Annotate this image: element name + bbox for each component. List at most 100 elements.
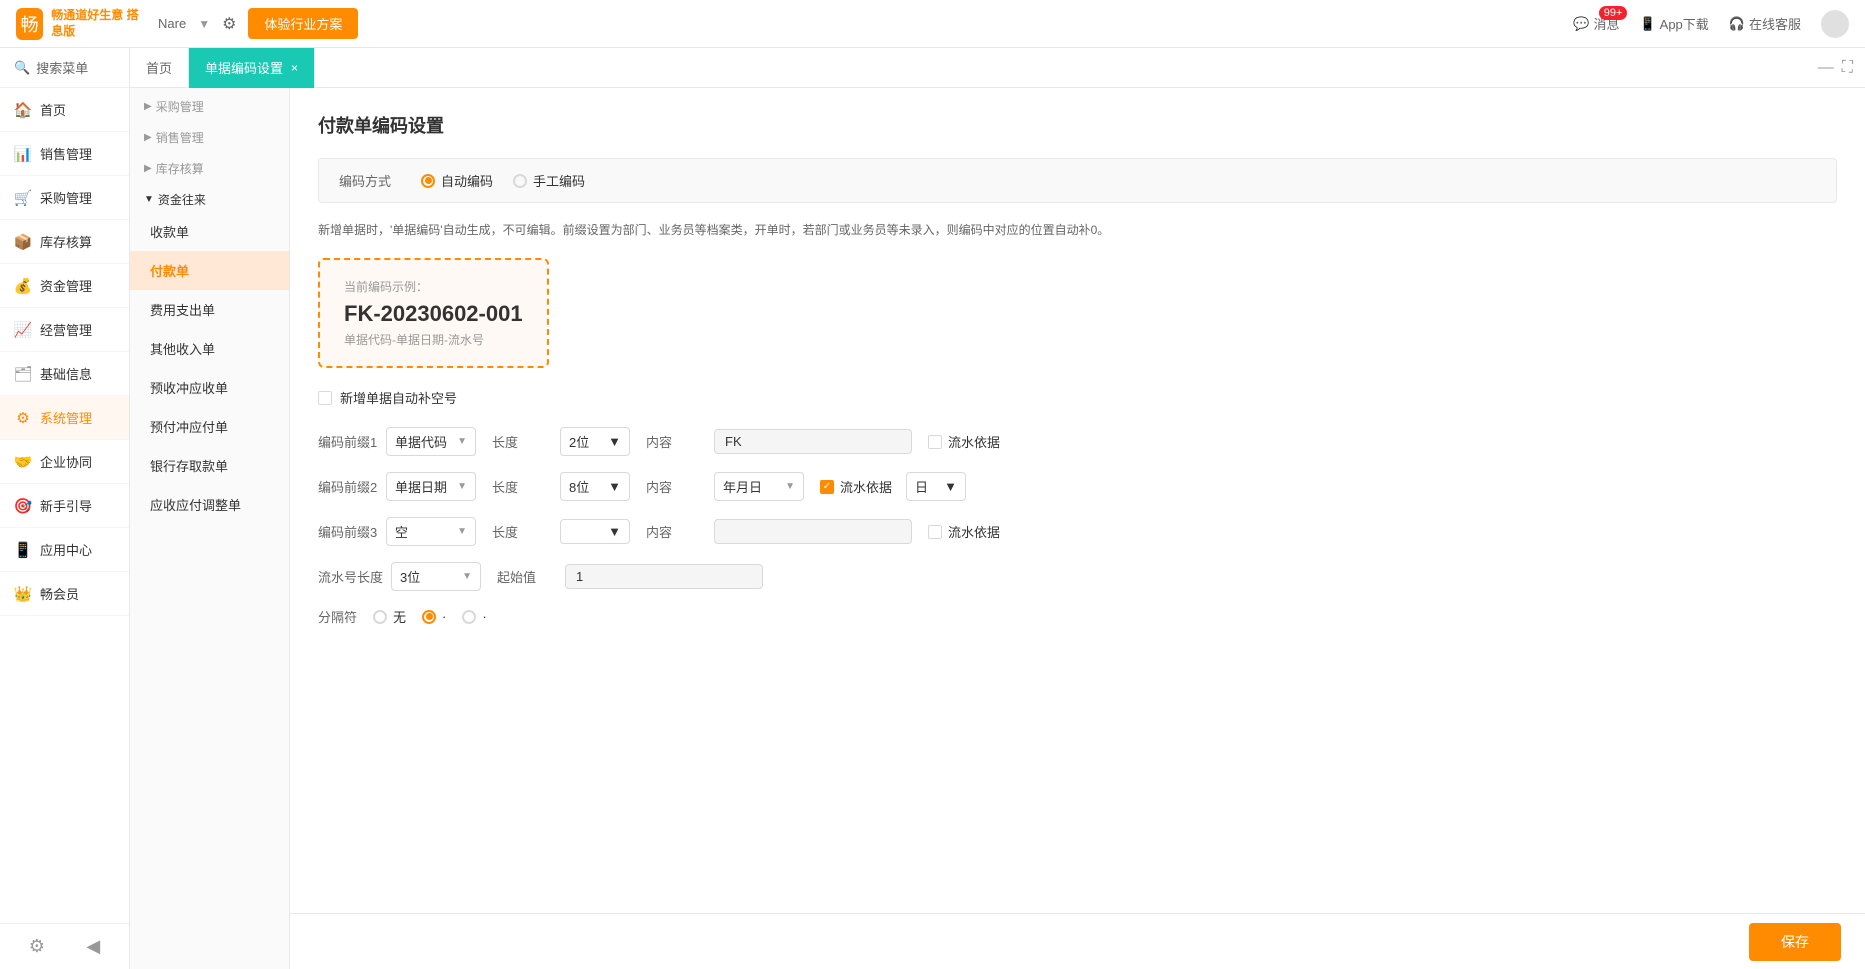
code-preview-value: FK-20230602-001 xyxy=(344,301,523,327)
sidebar-item-newbie[interactable]: 🎯 新手引导 xyxy=(0,484,129,528)
finance-icon: 💰 xyxy=(14,277,32,295)
online-service-button[interactable]: 🎧 在线客服 xyxy=(1729,14,1801,33)
sidebar-item-home[interactable]: 🏠 首页 xyxy=(0,88,129,132)
encoding-radio-group: 自动编码 手工编码 xyxy=(421,171,585,190)
sidebar-item-finance[interactable]: 💰 资金管理 xyxy=(0,264,129,308)
app-center-icon: 📱 xyxy=(14,541,32,559)
prefix3-length-select[interactable]: ▼ xyxy=(560,519,630,544)
sub-nav-item-label: 银行存取款单 xyxy=(150,456,228,475)
prefix1-content-input[interactable] xyxy=(714,429,912,454)
sidebar-settings-btn[interactable]: ⚙ xyxy=(29,936,45,957)
prefix1-select[interactable]: 单据代码 ▼ xyxy=(386,427,476,456)
auto-fill-checkbox[interactable] xyxy=(318,391,332,405)
tab-encoding-label: 单据编码设置 xyxy=(205,58,283,77)
sub-nav-group-purchase[interactable]: ▶ 采购管理 xyxy=(130,88,289,119)
prefix2-select[interactable]: 单据日期 ▼ xyxy=(386,472,476,501)
serial-length-select[interactable]: 3位 ▼ xyxy=(391,562,481,591)
logo-icon: 畅 xyxy=(16,8,43,40)
sep-dot-radio-circle xyxy=(422,610,436,624)
dropdown-arrow-icon[interactable]: ▼ xyxy=(198,17,210,31)
sub-nav-item-label: 其他收入单 xyxy=(150,339,215,358)
sidebar-collapse-btn[interactable]: ◀ xyxy=(86,936,100,957)
info-text: 新增单据时，'单据编码'自动生成，不可编辑。前缀设置为部门、业务员等档案类，开单… xyxy=(318,221,1837,240)
prefix3-label: 编码前缀3 xyxy=(318,522,378,541)
prefix1-serial-checkbox[interactable] xyxy=(928,435,942,449)
search-menu-label: 搜索菜单 xyxy=(36,58,88,77)
sub-nav-group-funds[interactable]: ▼ 资金往来 xyxy=(130,181,289,212)
sidebar-item-inventory[interactable]: 📦 库存核算 xyxy=(0,220,129,264)
tab-fullscreen-icon[interactable]: ⛶ xyxy=(1842,59,1853,77)
serial-length-label: 流水号长度 xyxy=(318,567,383,586)
separator-label: 分隔符 xyxy=(318,607,357,626)
sub-nav-group-sales[interactable]: ▶ 销售管理 xyxy=(130,119,289,150)
inventory-icon: 📦 xyxy=(14,233,32,251)
prefix2-serial-checkbox[interactable]: ✓ xyxy=(820,480,834,494)
prefix-row-3: 编码前缀3 空 ▼ 长度 ▼ 内容 流水依据 xyxy=(318,517,1837,546)
code-preview-label: 当前编码示例： xyxy=(344,278,523,295)
sidebar-item-purchase[interactable]: 🛒 采购管理 xyxy=(0,176,129,220)
sub-nav-item-pre-payment[interactable]: 预付冲应付单 xyxy=(130,407,289,446)
operations-icon: 📈 xyxy=(14,321,32,339)
sidebar-item-operations[interactable]: 📈 经营管理 xyxy=(0,308,129,352)
sep-dot-radio[interactable]: · xyxy=(422,609,446,624)
sidebar-item-system[interactable]: ⚙ 系统管理 xyxy=(0,396,129,440)
sidebar-item-label: 新手引导 xyxy=(40,496,92,515)
prefix2-arrow-icon: ▼ xyxy=(457,481,467,492)
app-download-button[interactable]: 📱 App下载 xyxy=(1639,14,1708,33)
sub-nav-item-other-income[interactable]: 其他收入单 xyxy=(130,329,289,368)
prefix3-select[interactable]: 空 ▼ xyxy=(386,517,476,546)
prefix3-field: 编码前缀3 空 ▼ xyxy=(318,517,476,546)
tab-close-icon[interactable]: × xyxy=(291,61,298,75)
message-button[interactable]: 💬 消息 99+ xyxy=(1573,14,1619,33)
prefix1-length-select[interactable]: 2位 ▼ xyxy=(560,427,630,456)
auto-fill-row: 新增单据自动补空号 xyxy=(318,388,1837,407)
tab-minimize-icon[interactable]: — xyxy=(1818,59,1834,77)
sep-none-radio[interactable]: 无 xyxy=(373,607,406,626)
prefix2-serial-label: 流水依据 xyxy=(840,477,892,496)
manual-code-radio[interactable]: 手工编码 xyxy=(513,171,585,190)
prefix3-value: 空 xyxy=(395,522,408,541)
top-bar: 畅 畅通道好生意 搭息版 Nare ▼ ⚙ 体验行业方案 💬 消息 99+ 📱 … xyxy=(0,0,1865,48)
auto-code-radio[interactable]: 自动编码 xyxy=(421,171,493,190)
prefix3-content-label: 内容 xyxy=(646,522,706,541)
basic-icon: 🗂 xyxy=(14,365,32,383)
sub-nav-item-expense[interactable]: 费用支出单 xyxy=(130,290,289,329)
sep-dot-label: · xyxy=(442,609,446,624)
trial-button[interactable]: 体验行业方案 xyxy=(248,8,358,39)
sub-nav-item-payment[interactable]: 付款单 xyxy=(130,251,289,290)
settings-icon[interactable]: ⚙ xyxy=(222,14,236,34)
system-icon: ⚙ xyxy=(14,409,32,427)
sidebar-item-sales[interactable]: 📊 销售管理 xyxy=(0,132,129,176)
content-inner: 付款单编码设置 编码方式 自动编码 手工编码 新增单据时，'单据编码'自动生成，… xyxy=(290,88,1865,969)
prefix3-arrow-icon: ▼ xyxy=(457,526,467,537)
sub-nav-item-pre-receivable[interactable]: 预收冲应收单 xyxy=(130,368,289,407)
tab-encoding[interactable]: 单据编码设置 × xyxy=(189,48,315,88)
sub-nav-item-bank-deposit[interactable]: 银行存取款单 xyxy=(130,446,289,485)
sub-nav-item-payable-adj[interactable]: 应收应付调整单 xyxy=(130,485,289,524)
search-icon: 🔍 xyxy=(14,60,30,76)
sub-nav-item-label: 付款单 xyxy=(150,261,189,280)
prefix1-length-field: 长度 2位 ▼ xyxy=(492,427,630,456)
prefix2-value: 单据日期 xyxy=(395,477,447,496)
user-avatar[interactable] xyxy=(1821,10,1849,38)
sub-nav-group-inventory[interactable]: ▶ 库存核算 xyxy=(130,150,289,181)
sub-nav-group-label: 销售管理 xyxy=(156,129,204,146)
prefix3-content-input[interactable] xyxy=(714,519,912,544)
sidebar-item-cooperation[interactable]: 🤝 企业协同 xyxy=(0,440,129,484)
serial-length-field: 流水号长度 3位 ▼ xyxy=(318,562,481,591)
prefix3-serial-checkbox[interactable] xyxy=(928,525,942,539)
sep-dash-radio[interactable]: · xyxy=(462,609,486,624)
tab-home[interactable]: 首页 xyxy=(130,48,189,88)
start-value-input[interactable] xyxy=(565,564,763,589)
sidebar-item-app-center[interactable]: 📱 应用中心 xyxy=(0,528,129,572)
prefix2-length-select[interactable]: 8位 ▼ xyxy=(560,472,630,501)
search-menu[interactable]: 🔍 搜索菜单 xyxy=(0,48,129,88)
sidebar-item-member[interactable]: 👑 畅会员 xyxy=(0,572,129,616)
sub-nav-item-receipt[interactable]: 收款单 xyxy=(130,212,289,251)
prefix2-content-select[interactable]: 年月日 ▼ xyxy=(714,472,804,501)
prefix2-period-select[interactable]: 日 ▼ xyxy=(906,472,966,501)
separator-row: 分隔符 无 · · xyxy=(318,607,1837,626)
sidebar-item-basic[interactable]: 🗂 基础信息 xyxy=(0,352,129,396)
chevron-right-icon: ▶ xyxy=(144,101,152,112)
save-button[interactable]: 保存 xyxy=(1749,923,1841,961)
